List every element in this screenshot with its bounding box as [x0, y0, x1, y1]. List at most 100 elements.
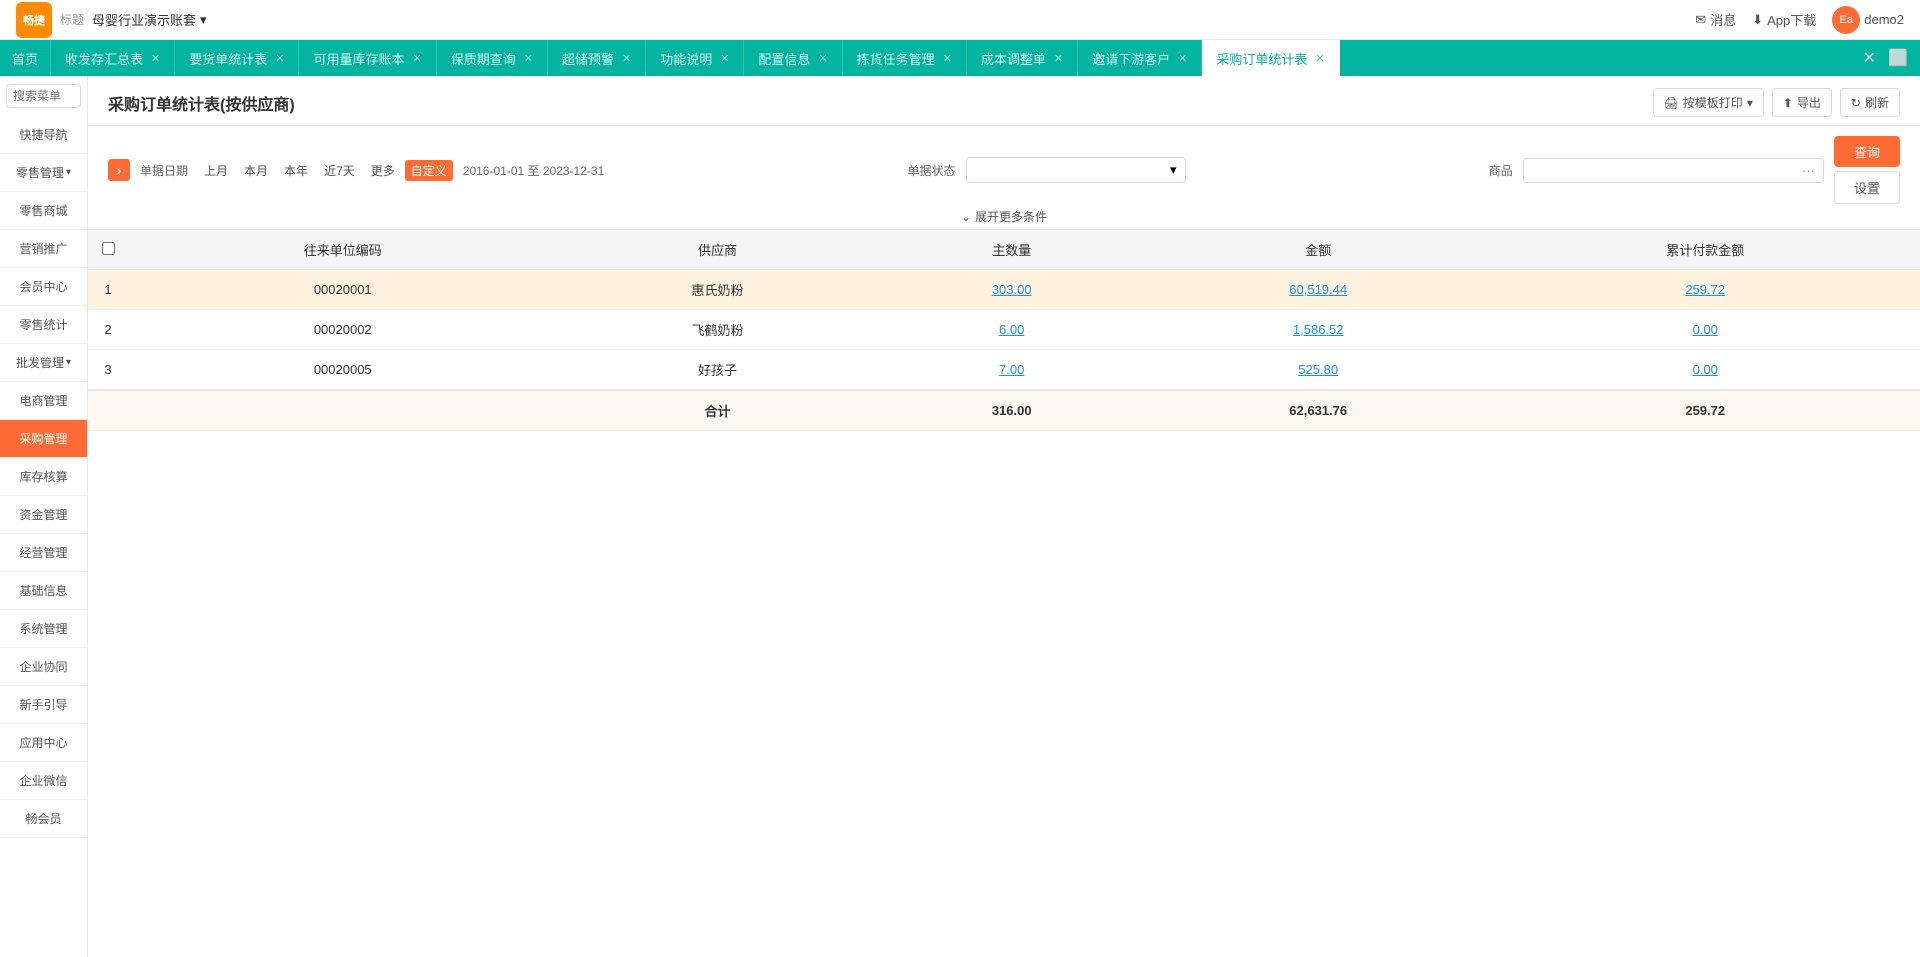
sidebar-item-basic[interactable]: 基础信息	[0, 572, 87, 610]
date-more[interactable]: 更多	[365, 160, 401, 181]
sidebar-item-member[interactable]: 会员中心	[0, 268, 87, 306]
sidebar-item-retail[interactable]: 零售管理 ▾	[0, 154, 87, 192]
sidebar-appcenter-label: 应用中心	[19, 736, 67, 750]
status-select[interactable]: ▾	[966, 157, 1186, 183]
tab-baogouqi-close[interactable]: ✕	[524, 52, 533, 65]
tab-shoufaqhuizong-label: 收发存汇总表	[65, 49, 143, 68]
tab-peizhi-close[interactable]: ✕	[818, 52, 827, 65]
sidebar-item-inventory[interactable]: 库存核算	[0, 458, 87, 496]
sidebar-item-system[interactable]: 系统管理	[0, 610, 87, 648]
restore-tab-icon[interactable]: ⬜	[1884, 44, 1912, 72]
chevron-down-icon: ▾	[66, 167, 71, 178]
td-footer-qty: 316.00	[877, 390, 1145, 431]
sidebar-retail-label: 零售管理	[16, 164, 64, 181]
sidebar-item-ecommerce[interactable]: 电商管理	[0, 382, 87, 420]
sidebar-item-newguide[interactable]: 新手引导	[0, 686, 87, 724]
app-download-button[interactable]: ⬇ App下载	[1752, 10, 1816, 29]
refresh-button[interactable]: ↻ 刷新	[1840, 88, 1900, 117]
header-actions: 🖨 按模板打印 ▾ ⬆ 导出 ↻ 刷新	[1653, 88, 1900, 117]
sidebar-item-vip[interactable]: 畅会员	[0, 800, 87, 838]
td-index: 2	[88, 310, 128, 350]
sidebar-item-wechat[interactable]: 企业微信	[0, 762, 87, 800]
tab-chengbentz[interactable]: 成本调整单 ✕	[967, 40, 1078, 76]
sidebar-system-label: 系统管理	[19, 622, 67, 636]
tab-peizhi[interactable]: 配置信息 ✕	[744, 40, 842, 76]
tab-yaohuodangtj-close[interactable]: ✕	[275, 52, 284, 65]
settings-button[interactable]: 设置	[1834, 171, 1900, 204]
sidebar-item-wholesale[interactable]: 批发管理 ▾	[0, 344, 87, 382]
th-amount: 金额	[1146, 230, 1491, 270]
goods-input[interactable]	[1532, 163, 1802, 177]
sidebar-item-quicknav[interactable]: 快捷导航	[0, 116, 87, 154]
filter-row-2: ⌄ 展开更多条件	[108, 204, 1900, 229]
sidebar-item-appcenter[interactable]: 应用中心	[0, 724, 87, 762]
date-this-year[interactable]: 本年	[278, 160, 314, 181]
template-print-button[interactable]: 🖨 按模板打印 ▾	[1653, 88, 1764, 117]
date-prev-month[interactable]: 上月	[198, 160, 234, 181]
td-code: 00020001	[128, 270, 557, 310]
tab-yaoqingxiayou[interactable]: 邀请下游客户 ✕	[1078, 40, 1202, 76]
app-label: App下载	[1767, 10, 1816, 29]
td-index: 1	[88, 270, 128, 310]
tab-gongnengms-close[interactable]: ✕	[720, 52, 729, 65]
tab-caigoudantj-close[interactable]: ✕	[1315, 52, 1324, 65]
tab-keyongliang-close[interactable]: ✕	[413, 52, 422, 65]
logo: 畅捷	[16, 2, 52, 38]
sidebar-item-enterprise[interactable]: 企业协同	[0, 648, 87, 686]
tab-chengbentz-label: 成本调整单	[981, 49, 1046, 68]
sidebar-item-marketing[interactable]: 营销推广	[0, 230, 87, 268]
date-from: 2016-01-01	[463, 164, 524, 178]
expand-icon[interactable]: ›	[108, 159, 130, 181]
tab-home[interactable]: 首页	[0, 40, 51, 76]
tab-yaohuodangtj[interactable]: 要货单统计表 ✕	[175, 40, 299, 76]
tab-caigoudantj-label: 采购订单统计表	[1216, 49, 1307, 68]
export-button[interactable]: ⬆ 导出	[1772, 88, 1832, 117]
search-button[interactable]: 查询	[1834, 136, 1900, 167]
sidebar-item-retailshop[interactable]: 零售商城	[0, 192, 87, 230]
table-row: 1 00020001 惠氏奶粉 303.00 60,519.44 259.72	[88, 270, 1920, 310]
tab-peihuorenwu[interactable]: 拣货任务管理 ✕	[843, 40, 967, 76]
date-this-month[interactable]: 本月	[238, 160, 274, 181]
tab-shoufaqhuizong-close[interactable]: ✕	[151, 52, 160, 65]
tab-baogouqi[interactable]: 保质期查询 ✕	[437, 40, 548, 76]
tab-yaohuodangtj-label: 要货单统计表	[189, 49, 267, 68]
tab-chaochuyl[interactable]: 超储预警 ✕	[548, 40, 646, 76]
message-button[interactable]: ✉ 消息	[1695, 10, 1736, 29]
tab-chengbentz-close[interactable]: ✕	[1054, 52, 1063, 65]
date-7days[interactable]: 近7天	[318, 160, 361, 181]
td-amount: 60,519.44	[1146, 270, 1491, 310]
sidebar-enterprise-label: 企业协同	[19, 660, 67, 674]
td-footer-paid: 259.72	[1490, 390, 1920, 431]
th-checkbox	[88, 230, 128, 270]
table-row: 3 00020005 好孩子 7.00 525.80 0.00	[88, 350, 1920, 391]
tab-baogouqi-label: 保质期查询	[451, 49, 516, 68]
avatar-initials: Ea	[1840, 14, 1853, 26]
search-input[interactable]	[6, 84, 81, 108]
breadcrumb-label: 标题	[60, 11, 84, 28]
sidebar-item-retailstats[interactable]: 零售统计	[0, 306, 87, 344]
sidebar-item-purchase[interactable]: 采购管理	[0, 420, 87, 458]
tab-keyongliang[interactable]: 可用量库存账本 ✕	[299, 40, 436, 76]
tab-gongnengms[interactable]: 功能说明 ✕	[646, 40, 744, 76]
sidebar-item-operation[interactable]: 经营管理	[0, 534, 87, 572]
expand-toggle[interactable]: ›	[108, 159, 130, 181]
tab-chaochuyl-label: 超储预警	[562, 49, 614, 68]
more-icon[interactable]: ···	[1802, 163, 1815, 178]
tab-caigoudantj[interactable]: 采购订单统计表 ✕	[1202, 40, 1339, 76]
tab-yaoqingxiayou-close[interactable]: ✕	[1178, 52, 1187, 65]
tab-peihuorenwu-close[interactable]: ✕	[943, 52, 952, 65]
td-code: 00020002	[128, 310, 557, 350]
sidebar-item-finance[interactable]: 资金管理	[0, 496, 87, 534]
sidebar-vip-label: 畅会员	[25, 812, 61, 826]
tab-chaochuyl-close[interactable]: ✕	[622, 52, 631, 65]
expand-more-button[interactable]: ⌄ 展开更多条件	[961, 208, 1047, 225]
td-paid: 259.72	[1490, 270, 1920, 310]
tab-peizhi-label: 配置信息	[758, 49, 810, 68]
select-all-checkbox[interactable]	[102, 242, 115, 255]
tab-gongnengms-label: 功能说明	[660, 49, 712, 68]
workspace-selector[interactable]: 母婴行业演示账套 ▾	[92, 10, 207, 29]
date-custom-badge[interactable]: 自定义	[405, 160, 453, 181]
tab-shoufaqhuizong[interactable]: 收发存汇总表 ✕	[51, 40, 175, 76]
user-menu[interactable]: Ea demo2	[1832, 6, 1904, 34]
close-tab-icon[interactable]: ✕	[1859, 44, 1880, 72]
